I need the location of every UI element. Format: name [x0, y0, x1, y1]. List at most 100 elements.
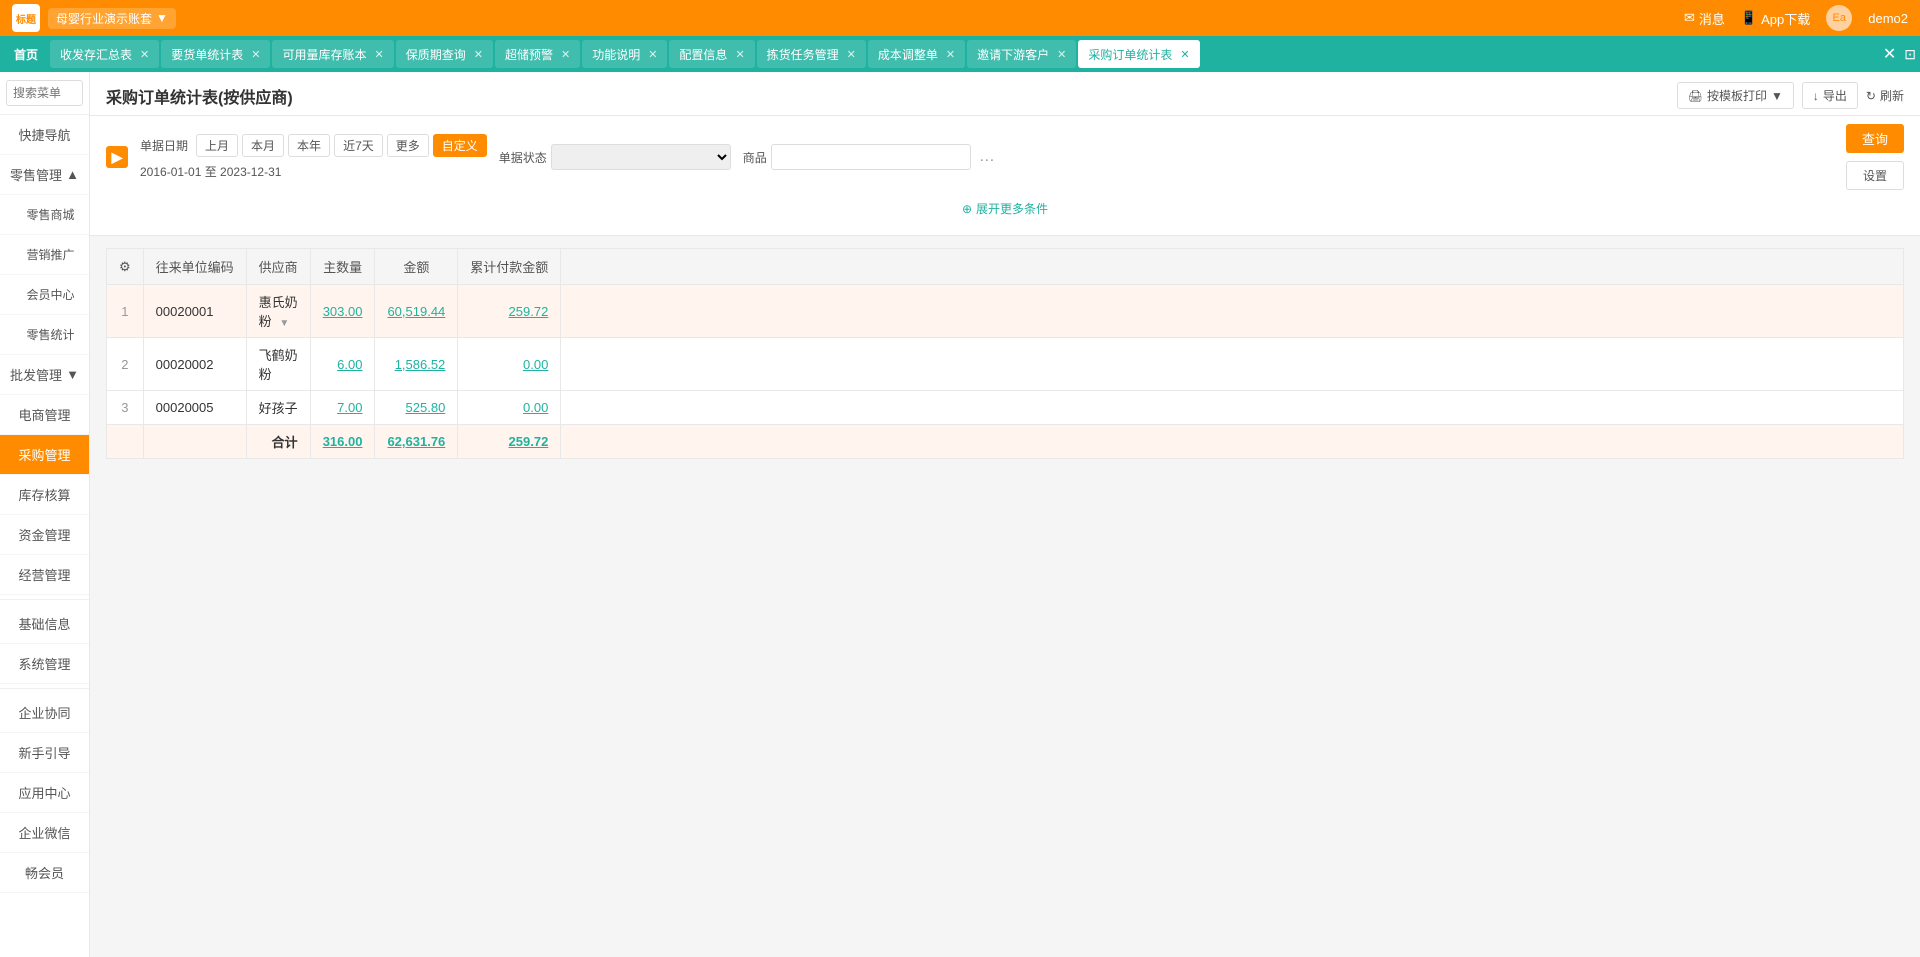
tab-jianhuo[interactable]: 拣货任务管理 ✕ — [757, 40, 866, 68]
sidebar-item-quicknav[interactable]: 快捷导航 — [0, 115, 89, 155]
gear-icon[interactable]: ⚙ — [119, 259, 131, 274]
tab-baozhiqi[interactable]: 保质期查询 ✕ — [396, 40, 493, 68]
tab-kyl[interactable]: 可用量库存账本 ✕ — [272, 40, 393, 68]
tab-chaochuyujing[interactable]: 超储预警 ✕ — [495, 40, 580, 68]
tab-invite-label: 邀请下游客户 — [977, 46, 1049, 63]
tab-invite[interactable]: 邀请下游客户 ✕ — [967, 40, 1076, 68]
close-tab-shoufacun-icon[interactable]: ✕ — [140, 48, 149, 61]
sidebar-members-label: 会员中心 — [26, 286, 74, 303]
row-2-spacer — [561, 338, 1904, 391]
close-tab-yaohuo-icon[interactable]: ✕ — [251, 48, 260, 61]
sidebar-item-appcenter[interactable]: 应用中心 — [0, 773, 89, 813]
row-2-qty[interactable]: 6.00 — [310, 338, 375, 391]
message-btn[interactable]: ✉ 消息 — [1684, 9, 1725, 28]
sidebar-enterprise-label: 企业协同 — [18, 703, 70, 722]
sidebar-item-retail-shop[interactable]: 零售商城 — [0, 195, 89, 235]
close-tab-chaochuyujing-icon[interactable]: ✕ — [561, 48, 570, 61]
sidebar-item-wechat[interactable]: 企业微信 — [0, 813, 89, 853]
sidebar-item-marketing[interactable]: 营销推广 — [0, 235, 89, 275]
row-2-paid[interactable]: 0.00 — [458, 338, 561, 391]
close-tab-caigou-icon[interactable]: ✕ — [1180, 48, 1189, 61]
tab-caigou-label: 采购订单统计表 — [1088, 46, 1172, 63]
tab-peizhi[interactable]: 配置信息 ✕ — [669, 40, 754, 68]
tab-shoufacun-label: 收发存汇总表 — [60, 46, 132, 63]
refresh-button[interactable]: ↻ 刷新 — [1866, 87, 1904, 104]
date-btn-last-month[interactable]: 上月 — [196, 134, 238, 157]
sidebar-item-purchase[interactable]: 采购管理 — [0, 435, 89, 475]
date-btn-this-month[interactable]: 本月 — [242, 134, 284, 157]
sidebar-item-retail-mgmt[interactable]: 零售管理 ▲ — [0, 155, 89, 195]
sidebar-item-system[interactable]: 系统管理 — [0, 644, 89, 684]
tab-home[interactable]: 首页 — [4, 40, 48, 68]
sidebar-guide-label: 新手引导 — [18, 743, 70, 762]
close-tab-peizhi-icon[interactable]: ✕ — [735, 48, 744, 61]
col-spacer — [561, 249, 1904, 285]
sidebar-operations-label: 经营管理 — [18, 565, 70, 584]
sidebar-item-basics[interactable]: 基础信息 — [0, 604, 89, 644]
sidebar-item-inventory[interactable]: 库存核算 — [0, 475, 89, 515]
expand-more-btn[interactable]: ⊕ 展开更多条件 — [962, 196, 1048, 221]
sidebar-item-guide[interactable]: 新手引导 — [0, 733, 89, 773]
query-button[interactable]: 查询 — [1846, 124, 1904, 153]
row-3-qty[interactable]: 7.00 — [310, 391, 375, 425]
close-tab-invite-icon[interactable]: ✕ — [1057, 48, 1066, 61]
row-3-paid[interactable]: 0.00 — [458, 391, 561, 425]
settings-button[interactable]: 设置 — [1846, 161, 1904, 190]
goods-input[interactable] — [771, 144, 971, 170]
footer-qty: 316.00 — [310, 425, 375, 459]
expand-more-label: 展开更多条件 — [976, 200, 1048, 217]
workspace-name: 母婴行业演示账套 — [56, 10, 152, 27]
tab-yaohuo[interactable]: 要货单统计表 ✕ — [161, 40, 270, 68]
sidebar-item-enterprise[interactable]: 企业协同 — [0, 693, 89, 733]
date-btn-7days[interactable]: 近7天 — [334, 134, 383, 157]
sidebar-item-ecommerce[interactable]: 电商管理 — [0, 395, 89, 435]
sidebar-item-retail-stats[interactable]: 零售统计 — [0, 315, 89, 355]
sidebar-ecommerce-label: 电商管理 — [18, 405, 70, 424]
tab-chaochuyujing-label: 超储预警 — [505, 46, 553, 63]
date-btn-more[interactable]: 更多 — [387, 134, 429, 157]
top-bar-left: 标题 母婴行业演示账套 ▼ — [12, 4, 176, 32]
filter-toggle-btn[interactable]: ▶ — [106, 146, 128, 168]
row-1-idx: 1 — [107, 285, 144, 338]
avatar[interactable]: Ea — [1826, 5, 1852, 31]
date-btn-this-year[interactable]: 本年 — [288, 134, 330, 157]
sidebar-item-finance[interactable]: 资金管理 — [0, 515, 89, 555]
tab-chengben[interactable]: 成本调整单 ✕ — [868, 40, 965, 68]
close-tab-jianhuo-icon[interactable]: ✕ — [847, 48, 856, 61]
date-btn-custom[interactable]: 自定义 — [433, 134, 487, 157]
print-button[interactable]: 🖨 按模板打印 ▼ — [1677, 82, 1794, 109]
workspace-selector[interactable]: 母婴行业演示账套 ▼ — [48, 8, 176, 29]
tab-shoufacun[interactable]: 收发存汇总表 ✕ — [50, 40, 159, 68]
status-select[interactable] — [551, 144, 731, 170]
sidebar-item-operations[interactable]: 经营管理 — [0, 555, 89, 595]
row-2-amount[interactable]: 1,586.52 — [375, 338, 458, 391]
nav-maximize-icon[interactable]: ⊡ — [1904, 46, 1916, 63]
nav-close-icon[interactable]: ✕ — [1883, 44, 1896, 64]
tab-gngsm[interactable]: 功能说明 ✕ — [582, 40, 667, 68]
sidebar-retail-shop-label: 零售商城 — [26, 206, 74, 223]
row-2-supplier: 飞鹤奶粉 — [246, 338, 310, 391]
tab-caigou-active[interactable]: 采购订单统计表 ✕ — [1078, 40, 1199, 68]
sidebar-appcenter-label: 应用中心 — [18, 783, 70, 802]
row-1-amount[interactable]: 60,519.44 — [375, 285, 458, 338]
sidebar-purchase-label: 采购管理 — [18, 445, 70, 464]
sidebar-item-member-vip[interactable]: 畅会员 — [0, 853, 89, 893]
row-3-amount[interactable]: 525.80 — [375, 391, 458, 425]
close-tab-kyl-icon[interactable]: ✕ — [375, 48, 384, 61]
filter-area: ▶ 单据日期 上月 本月 本年 近7天 更多 自定义 2 — [90, 116, 1920, 236]
row-1-qty[interactable]: 303.00 — [310, 285, 375, 338]
search-input[interactable] — [6, 80, 83, 106]
tab-peizhi-label: 配置信息 — [679, 46, 727, 63]
close-tab-gngsm-icon[interactable]: ✕ — [648, 48, 657, 61]
row-1-paid[interactable]: 259.72 — [458, 285, 561, 338]
close-tab-baozhiqi-icon[interactable]: ✕ — [474, 48, 483, 61]
sidebar-item-members[interactable]: 会员中心 — [0, 275, 89, 315]
sidebar-item-wholesale[interactable]: 批发管理 ▼ — [0, 355, 89, 395]
sidebar-system-label: 系统管理 — [18, 654, 70, 673]
close-tab-chengben-icon[interactable]: ✕ — [946, 48, 955, 61]
export-button[interactable]: ↓ 导出 — [1802, 82, 1858, 109]
goods-ellipsis-btn[interactable]: … — [975, 148, 999, 166]
date-label: 单据日期 — [140, 137, 188, 154]
sidebar-marketing-label: 营销推广 — [26, 246, 74, 263]
app-download-btn[interactable]: 📱 App下载 — [1741, 9, 1810, 28]
